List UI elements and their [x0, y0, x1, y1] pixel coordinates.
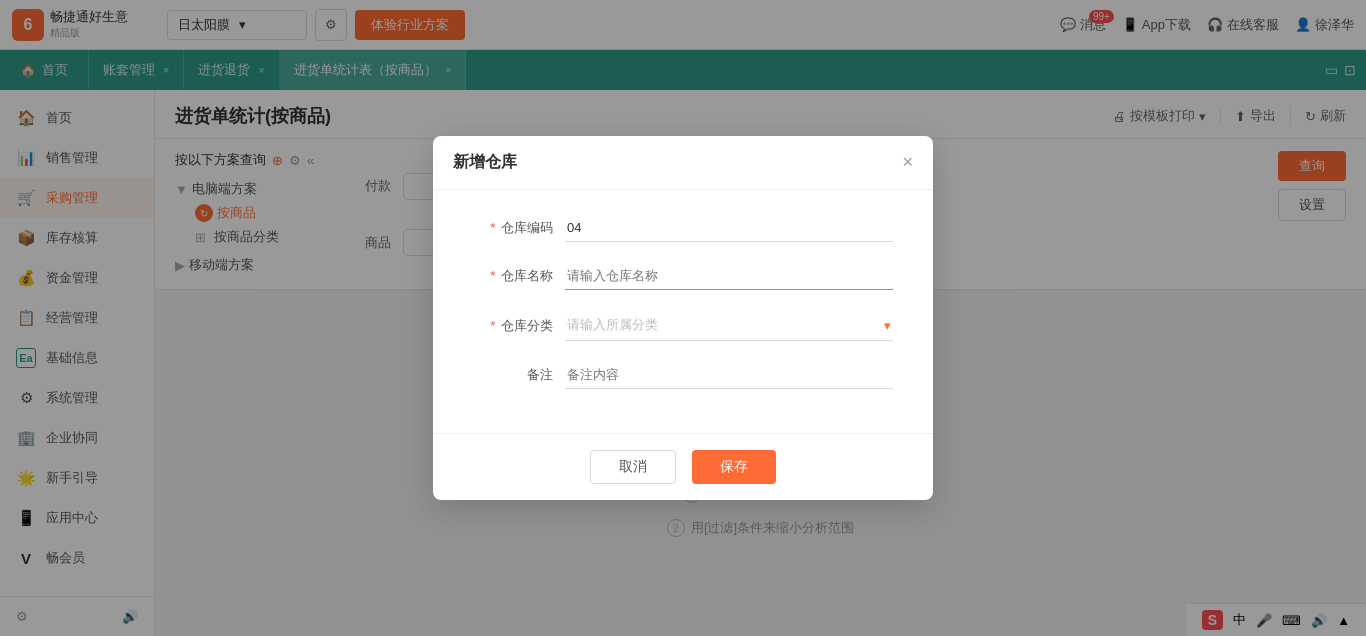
notes-label: 备注	[473, 366, 553, 384]
form-row-code: * 仓库编码	[473, 214, 893, 242]
dialog-close-button[interactable]: ×	[902, 152, 913, 173]
form-row-notes: 备注	[473, 361, 893, 389]
dialog: 新增仓库 × * 仓库编码 * 仓库名称	[433, 136, 933, 500]
dialog-header: 新增仓库 ×	[433, 136, 933, 190]
cancel-button[interactable]: 取消	[590, 450, 676, 484]
category-label: * 仓库分类	[473, 317, 553, 335]
code-input[interactable]	[565, 214, 893, 242]
category-select[interactable]: 请输入所属分类 ▾	[565, 310, 893, 341]
required-star-name: *	[490, 268, 495, 283]
modal-overlay[interactable]: 新增仓库 × * 仓库编码 * 仓库名称	[0, 0, 1366, 636]
dialog-footer: 取消 保存	[433, 433, 933, 500]
form-row-name: * 仓库名称	[473, 262, 893, 290]
required-star-category: *	[490, 318, 495, 333]
category-placeholder: 请输入所属分类	[567, 316, 658, 334]
name-label: * 仓库名称	[473, 267, 553, 285]
dialog-body: * 仓库编码 * 仓库名称 * 仓库分类 请输入	[433, 190, 933, 433]
save-button[interactable]: 保存	[692, 450, 776, 484]
category-chevron-icon: ▾	[884, 318, 891, 333]
notes-input[interactable]	[565, 361, 893, 389]
dialog-title: 新增仓库	[453, 152, 517, 173]
name-input[interactable]	[565, 262, 893, 290]
form-row-category: * 仓库分类 请输入所属分类 ▾	[473, 310, 893, 341]
code-label: * 仓库编码	[473, 219, 553, 237]
required-star-code: *	[490, 220, 495, 235]
